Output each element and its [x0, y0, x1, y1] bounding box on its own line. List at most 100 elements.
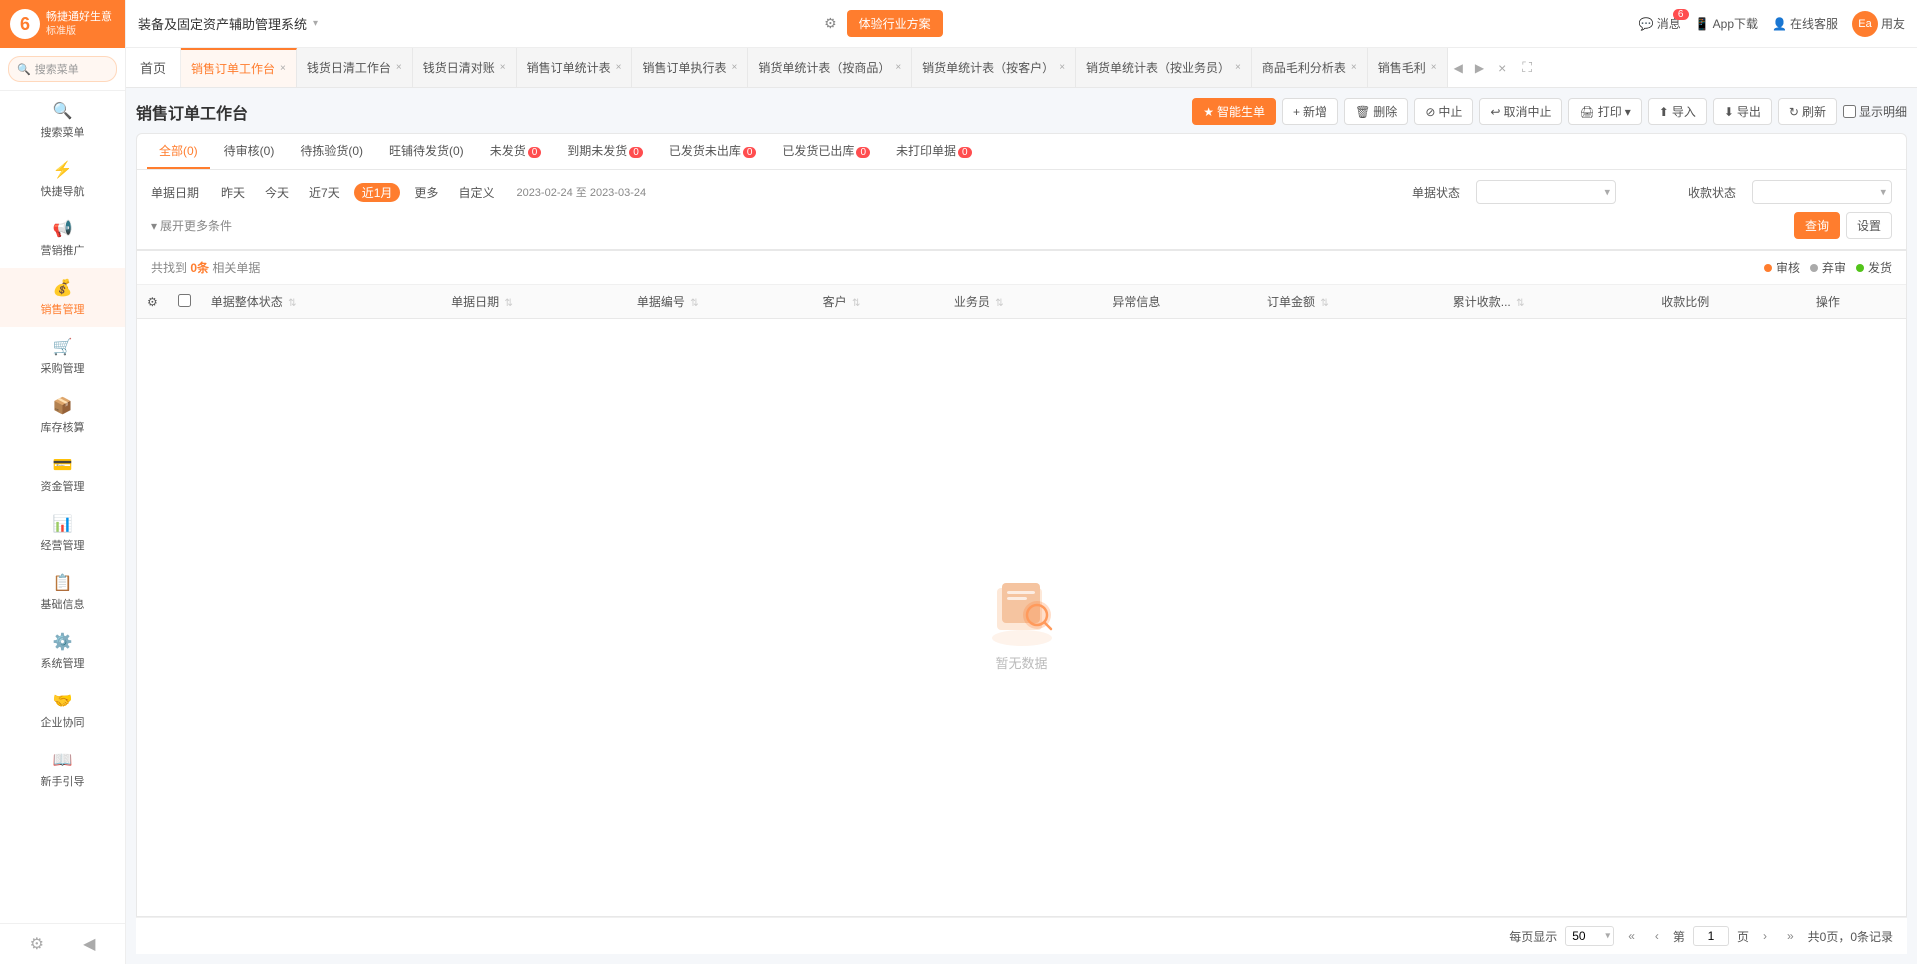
sub-tab-not-delivered[interactable]: 未发货0: [478, 134, 554, 169]
sidebar-search-area[interactable]: 🔍 搜索菜单: [0, 48, 125, 91]
tab-close-icon[interactable]: ×: [500, 62, 506, 73]
status-select-wrap[interactable]: [1476, 180, 1616, 204]
expand-conditions-btn[interactable]: ▾ 展开更多条件: [151, 217, 232, 234]
sidebar-item-10[interactable]: 🤝企业协同: [0, 681, 125, 740]
tab-close-icon[interactable]: ×: [280, 63, 286, 74]
sidebar-item-label-3: 销售管理: [41, 301, 85, 317]
sidebar-item-4[interactable]: 🛒采购管理: [0, 327, 125, 386]
delete-btn[interactable]: 🗑 删除: [1344, 98, 1408, 125]
tab-close-icon[interactable]: ×: [1431, 62, 1437, 73]
sidebar-item-0[interactable]: 🔍搜索菜单: [0, 91, 125, 150]
import-btn[interactable]: ⬆ 导入: [1648, 98, 1707, 125]
tab-goods-by-customer[interactable]: 销货单统计表（按客户） ×: [912, 48, 1076, 87]
tab-close-icon[interactable]: ×: [731, 62, 737, 73]
disaudit-action-btn[interactable]: 弃审: [1810, 259, 1846, 276]
date-option-yesterday[interactable]: 昨天: [215, 182, 251, 203]
sidebar-item-label-4: 采购管理: [41, 360, 85, 376]
sub-tab-wangpu-deliver[interactable]: 旺铺待发货(0): [377, 134, 476, 169]
tab-reconcile[interactable]: 钱货日清对账 ×: [413, 48, 517, 87]
sidebar-item-2[interactable]: 📢营销推广: [0, 209, 125, 268]
show-detail-checkbox[interactable]: [1843, 105, 1856, 118]
tab-goods-by-product[interactable]: 销货单统计表（按商品） ×: [748, 48, 912, 87]
tab-label: 销售订单执行表: [642, 59, 726, 76]
audit-action-btn[interactable]: 审核: [1764, 259, 1800, 276]
sidebar-item-7[interactable]: 📊经营管理: [0, 504, 125, 563]
print-btn[interactable]: 🖨 打印 ▾: [1568, 98, 1641, 125]
sidebar-item-6[interactable]: 💳资金管理: [0, 445, 125, 504]
sub-tab-not-printed[interactable]: 未打印单据0: [884, 134, 984, 169]
tab-close-icon[interactable]: ×: [396, 62, 402, 73]
tab-close-icon[interactable]: ×: [1351, 62, 1357, 73]
col-settings[interactable]: ⚙: [137, 285, 168, 319]
deliver-action-btn[interactable]: 发货: [1856, 259, 1892, 276]
smart-create-btn[interactable]: ★ 智能生单: [1192, 98, 1276, 125]
app-name: 畅捷通好生意: [46, 10, 112, 24]
online-service-btn[interactable]: 👤 在线客服: [1772, 15, 1838, 32]
page-prev-btn[interactable]: ‹: [1649, 927, 1665, 945]
app-download-btn[interactable]: 📱 App下载: [1695, 15, 1758, 32]
cancel-suspend-btn[interactable]: ↩ 取消中止: [1479, 98, 1562, 125]
tab-margin[interactable]: 商品毛利分析表 ×: [1252, 48, 1368, 87]
page-size-select[interactable]: 20 50 100: [1565, 926, 1614, 946]
query-btn[interactable]: 查询: [1794, 212, 1840, 239]
tab-nav-prev[interactable]: ◀: [1448, 48, 1469, 87]
tab-close-icon[interactable]: ×: [1059, 62, 1065, 73]
tab-goods-by-salesman[interactable]: 销货单统计表（按业务员） ×: [1076, 48, 1252, 87]
tab-daily-clear[interactable]: 钱货日清工作台 ×: [297, 48, 413, 87]
col-check[interactable]: [168, 285, 201, 319]
tab-close-icon[interactable]: ×: [895, 62, 901, 73]
sidebar-item-3[interactable]: 💰销售管理: [0, 268, 125, 327]
tab-close-icon[interactable]: ×: [1235, 62, 1241, 73]
topbar-settings-icon[interactable]: ⚙: [824, 15, 837, 32]
page-next-btn[interactable]: ›: [1757, 927, 1773, 945]
sidebar-item-8[interactable]: 📋基础信息: [0, 563, 125, 622]
messages-btn[interactable]: 💬 消息 6: [1639, 15, 1681, 32]
page-size-wrap[interactable]: 20 50 100: [1565, 926, 1614, 946]
refresh-btn[interactable]: ↻ 刷新: [1778, 98, 1837, 125]
sub-tab-delivered-not-out[interactable]: 已发货未出库0: [657, 134, 769, 169]
date-option-today[interactable]: 今天: [259, 182, 295, 203]
tab-sales-margin[interactable]: 销售毛利 ×: [1368, 48, 1448, 87]
tab-nav-next[interactable]: ▶: [1469, 48, 1490, 87]
show-detail-label[interactable]: 显示明细: [1843, 103, 1907, 120]
page-number-input[interactable]: [1693, 926, 1729, 946]
cancel-icon: ↩: [1490, 105, 1500, 119]
payment-select[interactable]: [1752, 180, 1892, 204]
tab-close-all-btn[interactable]: ×: [1490, 48, 1514, 87]
status-select[interactable]: [1476, 180, 1616, 204]
sidebar-item-1[interactable]: ⚡快捷导航: [0, 150, 125, 209]
industry-btn[interactable]: 体验行业方案: [847, 10, 943, 37]
filter-area: 单据日期 昨天 今天 近7天 近1月 更多 自定义 2023-02-24 至 2…: [136, 169, 1907, 250]
tab-sales-workbench[interactable]: 销售订单工作台 ×: [181, 48, 297, 87]
sidebar-item-5[interactable]: 📦库存核算: [0, 386, 125, 445]
page-first-btn[interactable]: «: [1622, 927, 1641, 945]
date-option-custom[interactable]: 自定义: [452, 182, 500, 203]
sidebar-item-11[interactable]: 📖新手引导: [0, 740, 125, 799]
payment-select-wrap[interactable]: [1752, 180, 1892, 204]
new-btn[interactable]: + 新增: [1282, 98, 1338, 125]
tab-label: 销售订单统计表: [527, 59, 611, 76]
tab-order-stats[interactable]: 销售订单统计表 ×: [517, 48, 633, 87]
date-option-more[interactable]: 更多: [408, 182, 444, 203]
page-last-btn[interactable]: »: [1781, 927, 1800, 945]
user-menu-btn[interactable]: Ea 用友: [1852, 11, 1905, 37]
select-all-checkbox[interactable]: [178, 294, 191, 307]
sub-tab-overdue-deliver[interactable]: 到期未发货0: [555, 134, 655, 169]
collapse-icon[interactable]: ◀: [83, 934, 95, 954]
tab-home[interactable]: 首页: [126, 48, 181, 87]
tab-close-icon[interactable]: ×: [616, 62, 622, 73]
settings-icon[interactable]: ⚙: [30, 934, 44, 954]
sub-tab-pending-audit[interactable]: 待审核(0): [212, 134, 287, 169]
sub-tab-pending-pick[interactable]: 待拣验货(0): [288, 134, 375, 169]
search-input-wrap[interactable]: 🔍 搜索菜单: [8, 56, 117, 82]
date-option-7days[interactable]: 近7天: [303, 182, 346, 203]
suspend-btn[interactable]: ⊘ 中止: [1414, 98, 1473, 125]
tab-expand-btn[interactable]: ⛶: [1514, 48, 1540, 87]
tab-order-exec[interactable]: 销售订单执行表 ×: [632, 48, 748, 87]
sub-tab-delivered-out[interactable]: 已发货已出库0: [770, 134, 882, 169]
sub-tab-all[interactable]: 全部(0): [147, 134, 210, 169]
date-option-1month[interactable]: 近1月: [354, 183, 401, 202]
filter-settings-btn[interactable]: 设置: [1846, 212, 1892, 239]
sidebar-item-9[interactable]: ⚙️系统管理: [0, 622, 125, 681]
export-btn[interactable]: ⬇ 导出: [1713, 98, 1772, 125]
